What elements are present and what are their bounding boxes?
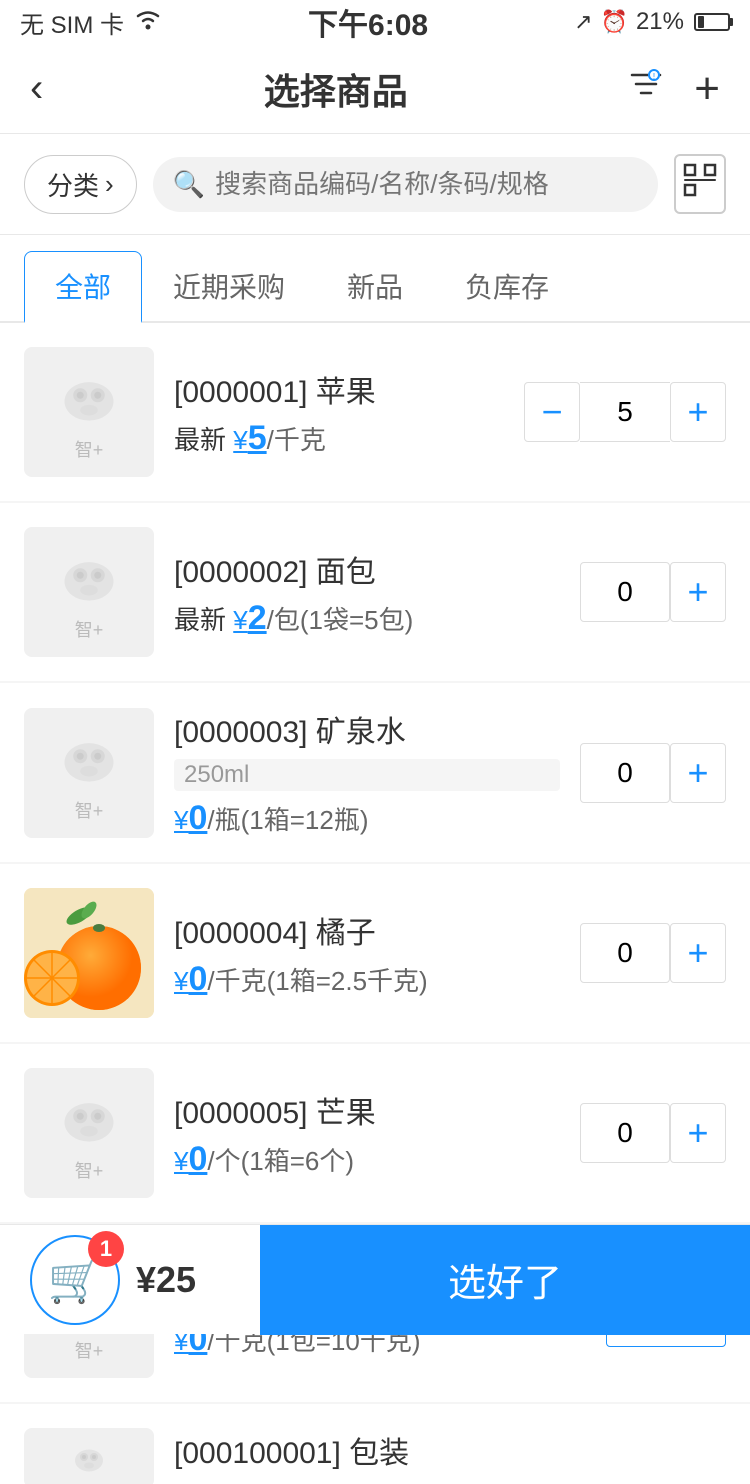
product-image: 智+ xyxy=(24,708,154,838)
tab-new[interactable]: 新品 xyxy=(316,251,434,321)
nav-title: 选择商品 xyxy=(264,63,408,115)
filter-row: 分类 › 🔍 xyxy=(0,134,750,235)
product-name: [0000004] 橘子 xyxy=(174,908,560,952)
list-item-partial: [000100001] 包装 xyxy=(0,1404,750,1484)
product-info: [0000002] 面包 最新 ¥2/包(1袋=5包) xyxy=(174,547,560,638)
wifi-icon xyxy=(134,8,162,37)
confirm-button[interactable]: 选好了 xyxy=(260,1225,750,1335)
product-name: [0000005] 芒果 xyxy=(174,1088,560,1132)
search-input[interactable] xyxy=(215,169,638,200)
increase-button[interactable]: + xyxy=(670,743,726,803)
carrier-label: 无 SIM 卡 xyxy=(20,5,124,40)
tab-negative[interactable]: 负库存 xyxy=(434,251,580,321)
product-image: 智+ xyxy=(24,347,154,477)
svg-text:!: ! xyxy=(653,72,655,81)
decrease-button[interactable]: − xyxy=(524,382,580,442)
product-spec: 250ml xyxy=(174,759,560,791)
quantity-control: − + xyxy=(524,382,726,442)
cart-badge: 1 xyxy=(88,1231,124,1267)
nav-bar: ‹ 选择商品 ! + xyxy=(0,44,750,134)
quantity-input[interactable] xyxy=(580,923,670,983)
bottom-bar: 🛒 1 ¥25 选好了 xyxy=(0,1224,750,1334)
product-image xyxy=(24,888,154,1018)
product-price: ¥0/千克(1箱=2.5千克) xyxy=(174,960,560,999)
product-price: ¥0/瓶(1箱=12瓶) xyxy=(174,799,560,838)
list-item: 智+ [0000001] 苹果 最新 ¥5/千克 − + xyxy=(0,323,750,501)
product-price: 最新 ¥5/千克 xyxy=(174,419,504,458)
tab-row: 全部 近期采购 新品 负库存 xyxy=(0,235,750,323)
quantity-control: + xyxy=(580,1103,726,1163)
status-bar: 无 SIM 卡 下午6:08 ↗ ⏰ 21% xyxy=(0,0,750,44)
add-button[interactable]: + xyxy=(694,64,720,114)
list-item: 智+ [0000003] 矿泉水 250ml ¥0/瓶(1箱=12瓶) + xyxy=(0,683,750,862)
product-info: [0000003] 矿泉水 250ml ¥0/瓶(1箱=12瓶) xyxy=(174,707,560,838)
nav-actions: ! + xyxy=(628,64,720,114)
location-icon: ↗ xyxy=(574,9,592,35)
list-item: [0000004] 橘子 ¥0/千克(1箱=2.5千克) + xyxy=(0,864,750,1042)
filter-icon[interactable]: ! xyxy=(628,66,664,111)
battery-percent: 21% xyxy=(636,8,684,36)
product-name: [0000003] 矿泉水 xyxy=(174,707,560,751)
quantity-control: + xyxy=(580,562,726,622)
cart-total: ¥25 xyxy=(136,1259,196,1301)
cart-section: 🛒 1 ¥25 xyxy=(0,1235,260,1325)
product-image xyxy=(24,1428,154,1484)
placeholder-image: 智+ xyxy=(24,347,154,477)
search-box: 🔍 xyxy=(153,157,658,212)
product-info: [0000001] 苹果 最新 ¥5/千克 xyxy=(174,367,504,458)
placeholder-image: 智+ xyxy=(24,1068,154,1198)
increase-button[interactable]: + xyxy=(670,382,726,442)
product-price: 最新 ¥2/包(1袋=5包) xyxy=(174,599,560,638)
product-info: [000100001] 包装 xyxy=(174,1428,726,1472)
status-right: ↗ ⏰ 21% xyxy=(574,8,730,36)
quantity-control: + xyxy=(580,743,726,803)
category-button[interactable]: 分类 › xyxy=(24,155,137,214)
status-left: 无 SIM 卡 xyxy=(20,5,162,40)
quantity-control: + xyxy=(580,923,726,983)
back-button[interactable]: ‹ xyxy=(30,66,43,111)
placeholder-image: 智+ xyxy=(24,708,154,838)
product-image: 智+ xyxy=(24,1068,154,1198)
tab-recent[interactable]: 近期采购 xyxy=(142,251,316,321)
placeholder-image: 智+ xyxy=(24,527,154,657)
product-price: ¥0/个(1箱=6个) xyxy=(174,1140,560,1179)
search-icon: 🔍 xyxy=(173,169,205,200)
quantity-input[interactable] xyxy=(580,1103,670,1163)
product-name: [000100001] 包装 xyxy=(174,1428,726,1472)
increase-button[interactable]: + xyxy=(670,562,726,622)
product-name: [0000002] 面包 xyxy=(174,547,560,591)
category-chevron: › xyxy=(105,169,114,200)
cart-icon-wrap: 🛒 1 xyxy=(30,1235,120,1325)
increase-button[interactable]: + xyxy=(670,923,726,983)
product-info: [0000005] 芒果 ¥0/个(1箱=6个) xyxy=(174,1088,560,1179)
orange-illustration xyxy=(24,888,154,1018)
quantity-input[interactable] xyxy=(580,562,670,622)
scan-icon[interactable] xyxy=(674,154,726,214)
status-time: 下午6:08 xyxy=(308,0,428,44)
product-name: [0000001] 苹果 xyxy=(174,367,504,411)
product-image: 智+ xyxy=(24,527,154,657)
placeholder-image xyxy=(24,1428,154,1484)
tab-all[interactable]: 全部 xyxy=(24,251,142,323)
list-item: 智+ [0000005] 芒果 ¥0/个(1箱=6个) + xyxy=(0,1044,750,1222)
quantity-input[interactable] xyxy=(580,743,670,803)
list-item: 智+ [0000002] 面包 最新 ¥2/包(1袋=5包) + xyxy=(0,503,750,681)
alarm-icon: ⏰ xyxy=(601,9,628,35)
increase-button[interactable]: + xyxy=(670,1103,726,1163)
product-info: [0000004] 橘子 ¥0/千克(1箱=2.5千克) xyxy=(174,908,560,999)
quantity-input[interactable] xyxy=(580,382,670,442)
category-label: 分类 xyxy=(47,166,99,203)
battery-icon xyxy=(694,13,730,31)
